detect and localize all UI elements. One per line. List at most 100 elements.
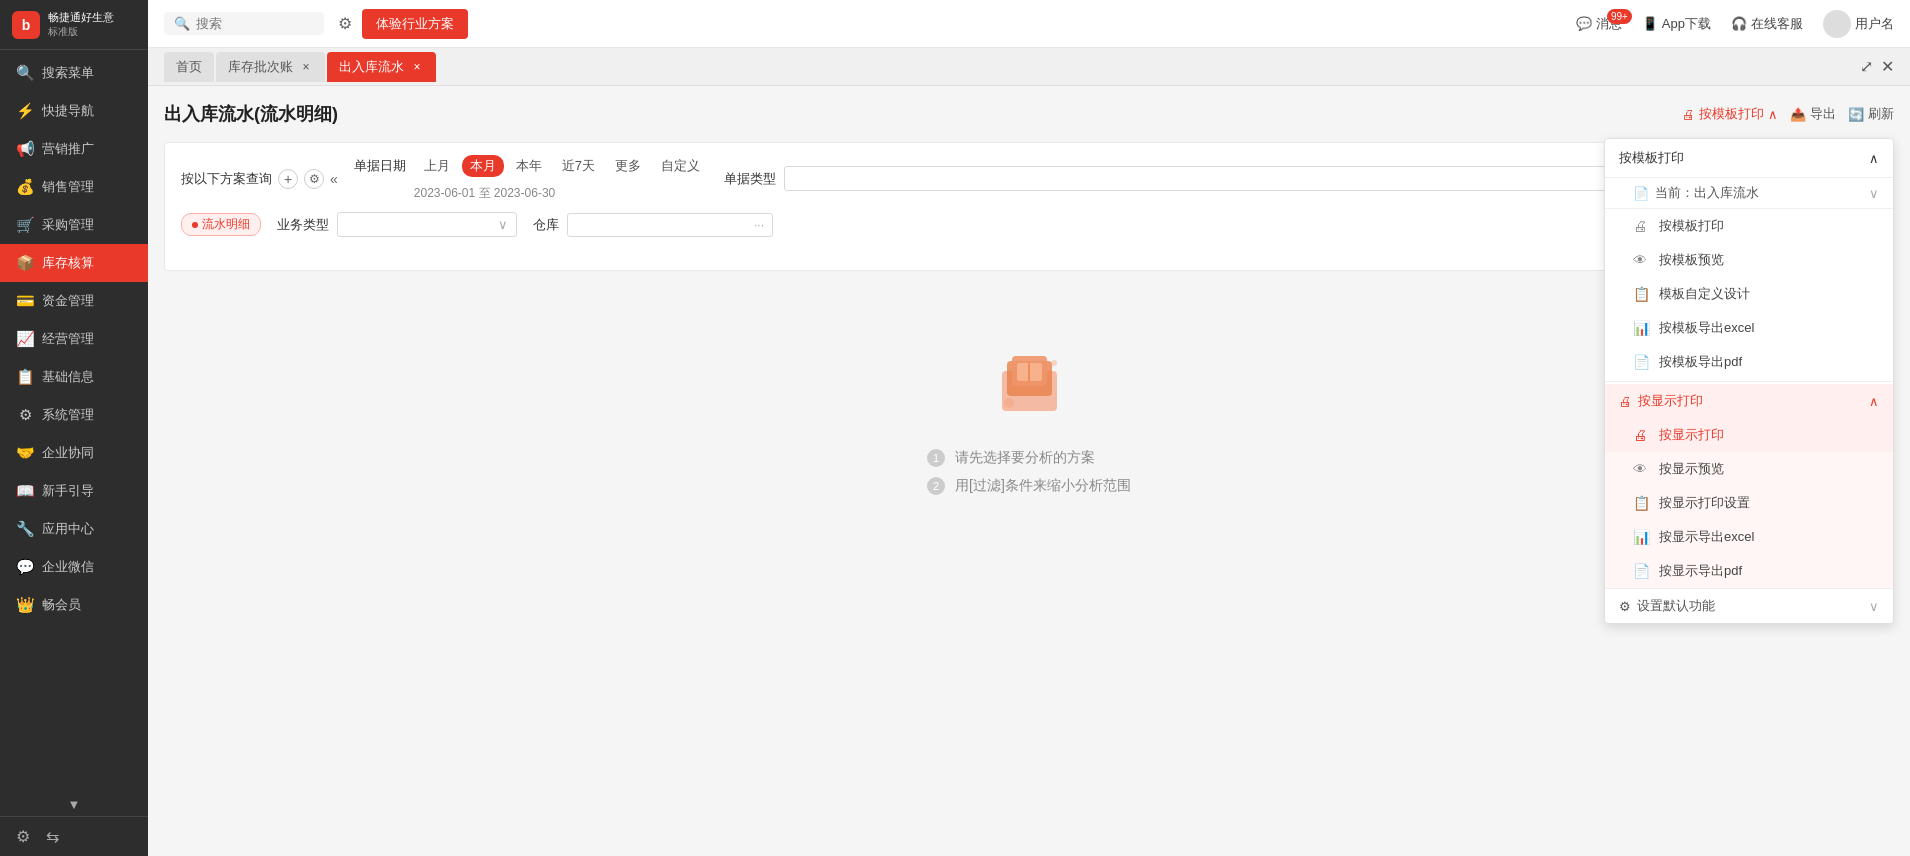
topbar-search-input[interactable] (196, 16, 314, 31)
tab-inout-flow[interactable]: 出入库流水 × (327, 52, 436, 82)
export-btn[interactable]: 📤 导出 (1790, 105, 1836, 123)
date-btn-more[interactable]: 更多 (607, 155, 649, 177)
template-preview-icon: 👁 (1633, 252, 1651, 268)
document-type-select[interactable]: ∨ (784, 166, 1729, 191)
display-pdf-icon: 📄 (1633, 563, 1651, 579)
sidebar-item-management[interactable]: 📈 经营管理 (0, 320, 148, 358)
maximize-icon[interactable]: ⤢ (1860, 57, 1873, 76)
settings-bottom-icon[interactable]: ⚙ (16, 827, 30, 846)
sidebar-item-member[interactable]: 👑 畅会员 (0, 586, 148, 624)
filter-tag-flowdetail[interactable]: 流水明细 (181, 213, 261, 236)
tab-close-icon[interactable]: × (299, 60, 313, 74)
app-download-item[interactable]: 📱 App下载 (1642, 15, 1711, 33)
user-avatar-item[interactable]: 用户名 (1823, 10, 1894, 38)
sidebar-item-search[interactable]: 🔍 搜索菜单 (0, 54, 148, 92)
filter-setting-button[interactable]: ⚙ (304, 169, 324, 189)
export-label: 导出 (1810, 105, 1836, 123)
date-btn-custom[interactable]: 自定义 (653, 155, 708, 177)
wechat-icon: 💬 (16, 558, 34, 576)
display-print-section-icon: 🖨 (1619, 394, 1632, 409)
sidebar-item-sales[interactable]: 💰 销售管理 (0, 168, 148, 206)
sidebar-item-marketing[interactable]: 📢 营销推广 (0, 130, 148, 168)
book-icon: 📖 (16, 482, 34, 500)
dropdown-item-template-design[interactable]: 📋 模板自定义设计 (1605, 277, 1893, 311)
close-window-icon[interactable]: ✕ (1881, 57, 1894, 76)
refresh-btn[interactable]: 🔄 刷新 (1848, 105, 1894, 123)
dropdown-current-selection[interactable]: 📄 当前：出入库流水 ∨ (1605, 178, 1893, 209)
dropdown-footer[interactable]: ⚙ 设置默认功能 ∨ (1605, 588, 1893, 623)
business-type-select[interactable]: ∨ (337, 212, 517, 237)
topbar-gear-icon[interactable]: ⚙ (338, 14, 352, 33)
sidebar-item-label: 畅会员 (42, 596, 81, 614)
default-settings-icon: ⚙ (1619, 599, 1631, 614)
tab-active-close-icon[interactable]: × (410, 60, 424, 74)
sidebar-item-wechat[interactable]: 💬 企业微信 (0, 548, 148, 586)
dropdown-divider (1605, 381, 1893, 382)
tabs-bar: 首页 库存批次账 × 出入库流水 × ⤢ ✕ (148, 48, 1910, 86)
message-icon-item[interactable]: 💬 消息 99+ (1576, 15, 1622, 33)
filter-collapse-icon[interactable]: « (330, 171, 338, 187)
filter-add-button[interactable]: + (278, 169, 298, 189)
dropdown-chevron-up[interactable]: ∧ (1869, 151, 1879, 166)
trial-industry-button[interactable]: 体验行业方案 (362, 9, 468, 39)
date-btn-this-month[interactable]: 本月 (462, 155, 504, 177)
svg-point-5 (1004, 398, 1014, 408)
tip-num-1: 1 (927, 449, 945, 467)
dropdown-item-display-settings[interactable]: 📋 按显示打印设置 (1605, 486, 1893, 520)
warehouse-label: 仓库 (533, 216, 559, 234)
tip-num-2: 2 (927, 477, 945, 495)
date-btn-last-month[interactable]: 上月 (416, 155, 458, 177)
template-design-icon: 📋 (1633, 286, 1651, 302)
print-icon: 🖨 (1682, 107, 1695, 122)
date-filter-top: 单据日期 上月 本月 本年 近7天 更多 自定义 (354, 155, 708, 177)
template-excel-label: 按模板导出excel (1659, 319, 1754, 337)
display-print-icon: 🖨 (1633, 427, 1651, 443)
tab-inventory-batch[interactable]: 库存批次账 × (216, 52, 325, 82)
empty-state-icon (989, 343, 1069, 423)
default-settings-label: 设置默认功能 (1637, 597, 1715, 615)
toggle-sidebar-icon[interactable]: ⇆ (46, 827, 59, 846)
sidebar-item-appcenter[interactable]: 🔧 应用中心 (0, 510, 148, 548)
sidebar-item-collab[interactable]: 🤝 企业协同 (0, 434, 148, 472)
topbar-search-icon: 🔍 (174, 16, 190, 31)
warehouse-select[interactable]: ··· (567, 213, 773, 237)
warehouse-more-icon[interactable]: ··· (754, 218, 764, 232)
dropdown-item-display-print[interactable]: 🖨 按显示打印 (1605, 418, 1893, 452)
crown-icon: 👑 (16, 596, 34, 614)
dropdown-item-template-pdf[interactable]: 📄 按模板导出pdf (1605, 345, 1893, 379)
edition-label: 标准版 (48, 25, 114, 39)
current-label: 当前：出入库流水 (1655, 184, 1759, 202)
date-btn-this-year[interactable]: 本年 (508, 155, 550, 177)
dropdown-section2-header[interactable]: 🖨 按显示打印 ∧ (1605, 384, 1893, 418)
sidebar-item-basics[interactable]: 📋 基础信息 (0, 358, 148, 396)
sidebar-item-quicknav[interactable]: ⚡ 快捷导航 (0, 92, 148, 130)
page-actions: 🖨 按模板打印 ∧ 📤 导出 🔄 刷新 (1682, 105, 1894, 123)
online-service-item[interactable]: 🎧 在线客服 (1731, 15, 1803, 33)
page-body: 出入库流水(流水明细) 🖨 按模板打印 ∧ 📤 导出 🔄 刷新 (148, 86, 1910, 856)
topbar-search-box[interactable]: 🔍 (164, 12, 324, 35)
dropdown-item-template-print[interactable]: 🖨 按模板打印 (1605, 209, 1893, 243)
sidebar-item-system[interactable]: ⚙ 系统管理 (0, 396, 148, 434)
dropdown-section2: 🖨 按显示打印 ∧ 🖨 按显示打印 👁 按显示预览 📋 按显示打印设置 (1605, 384, 1893, 588)
sidebar-scroll-down[interactable]: ▼ (0, 793, 148, 816)
template-print-icon: 🖨 (1633, 218, 1651, 234)
dropdown-item-display-excel[interactable]: 📊 按显示导出excel (1605, 520, 1893, 554)
cart-icon: 🛒 (16, 216, 34, 234)
sidebar-item-purchase[interactable]: 🛒 采购管理 (0, 206, 148, 244)
megaphone-icon: 📢 (16, 140, 34, 158)
sidebar-item-finance[interactable]: 💳 资金管理 (0, 282, 148, 320)
date-btn-7days[interactable]: 近7天 (554, 155, 603, 177)
warehouse-group: 仓库 ··· (533, 213, 773, 237)
dropdown-item-template-preview[interactable]: 👁 按模板预览 (1605, 243, 1893, 277)
tab-home[interactable]: 首页 (164, 52, 214, 82)
dropdown-item-template-excel[interactable]: 📊 按模板导出excel (1605, 311, 1893, 345)
sidebar-item-inventory[interactable]: 📦 库存核算 (0, 244, 148, 282)
dropdown-item-display-pdf[interactable]: 📄 按显示导出pdf (1605, 554, 1893, 588)
filter-tag-label: 流水明细 (202, 216, 250, 233)
print-dropdown-panel: 按模板打印 ∧ 📄 当前：出入库流水 ∨ 🖨 按模板打印 👁 按 (1604, 138, 1894, 624)
print-template-btn[interactable]: 🖨 按模板打印 ∧ (1682, 105, 1778, 123)
business-type-dropdown-icon: ∨ (498, 217, 508, 232)
tip-text-2: 用[过滤]条件来缩小分析范围 (955, 477, 1131, 493)
dropdown-item-display-preview[interactable]: 👁 按显示预览 (1605, 452, 1893, 486)
sidebar-item-guide[interactable]: 📖 新手引导 (0, 472, 148, 510)
